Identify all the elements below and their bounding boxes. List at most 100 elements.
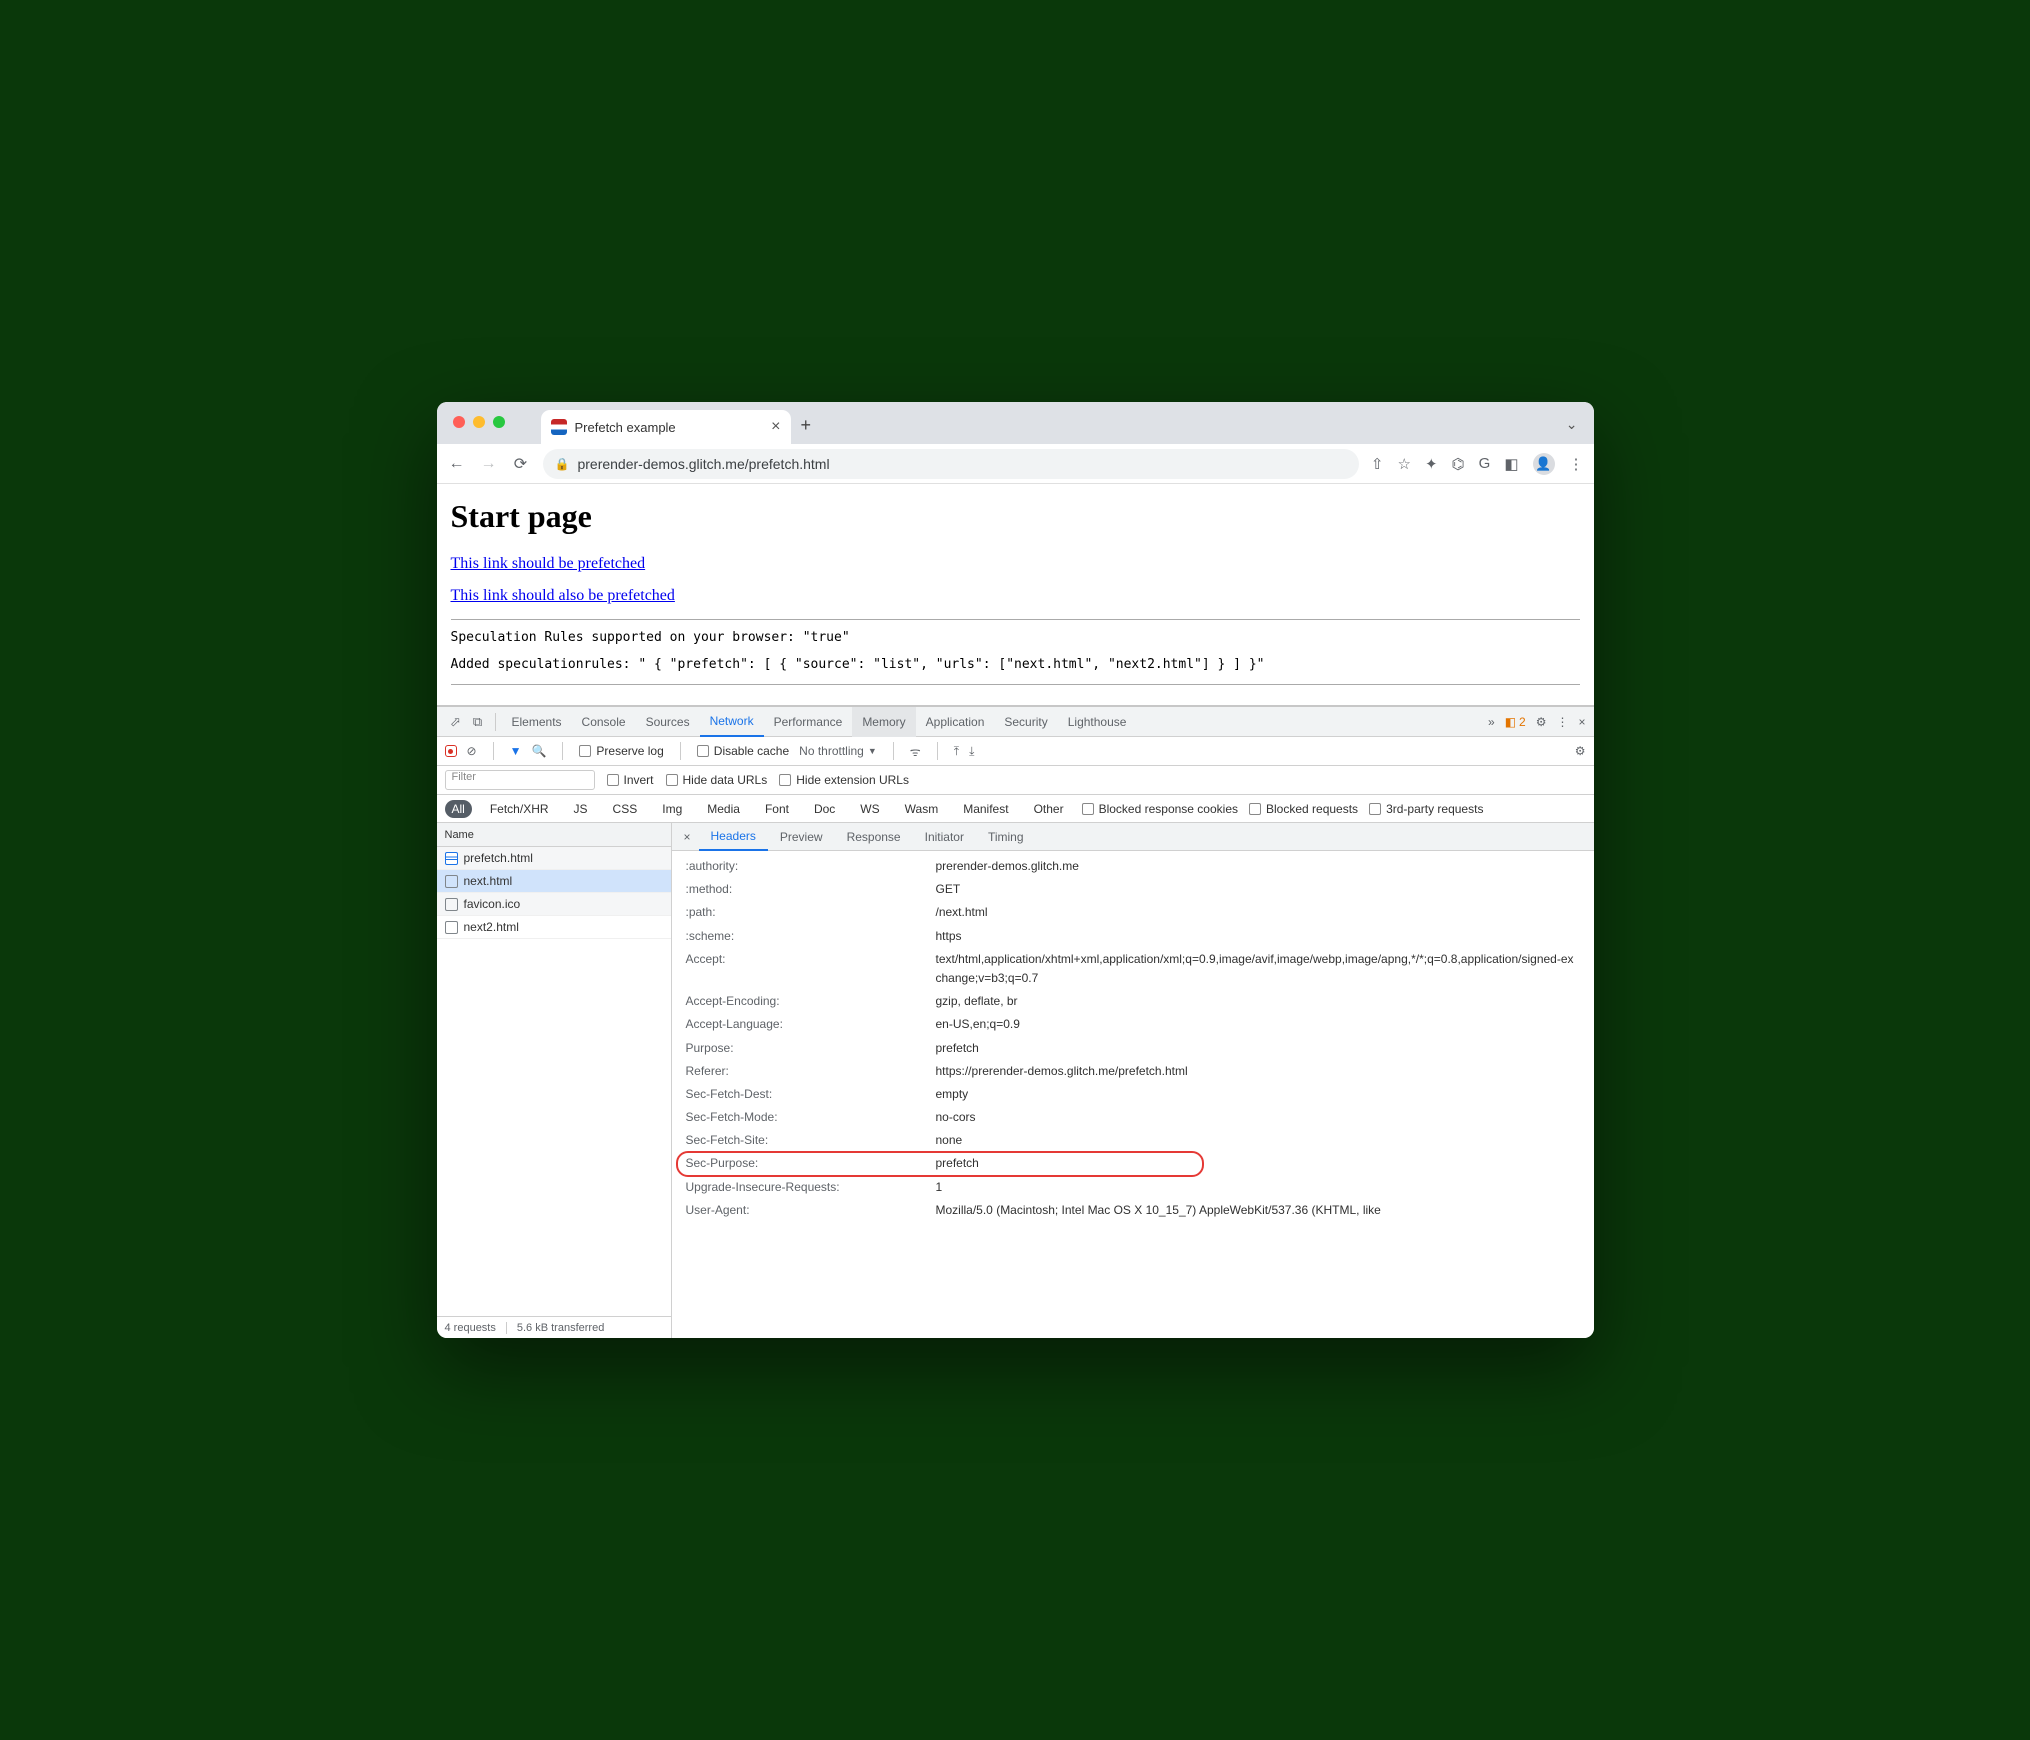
address-bar[interactable]: 🔒 prerender-demos.glitch.me/prefetch.htm…: [543, 449, 1359, 479]
header-value: empty: [936, 1085, 1580, 1104]
detail-tab-response[interactable]: Response: [835, 823, 913, 851]
disable-cache-checkbox[interactable]: Disable cache: [697, 744, 789, 758]
search-icon[interactable]: 🔍: [531, 744, 546, 758]
prefetch-link-2[interactable]: This link should also be prefetched: [451, 587, 1580, 605]
favicon-icon: [551, 419, 567, 435]
header-name: Purpose:: [686, 1039, 936, 1058]
blocked-requests-checkbox[interactable]: Blocked requests: [1249, 802, 1358, 816]
request-row[interactable]: prefetch.html: [437, 847, 671, 870]
page-content: Start page This link should be prefetche…: [437, 484, 1594, 705]
device-toolbar-icon[interactable]: ⧉: [467, 714, 489, 730]
type-filter-js[interactable]: JS: [567, 800, 595, 818]
clear-button[interactable]: ⊘: [467, 744, 477, 758]
close-detail-icon[interactable]: ×: [676, 823, 699, 851]
filter-toggle-icon[interactable]: ▼: [510, 744, 522, 758]
status-line-2: Added speculationrules: " { "prefetch": …: [451, 657, 1580, 672]
browser-tab[interactable]: Prefetch example ×: [541, 410, 791, 444]
import-har-icon[interactable]: ⤒: [954, 744, 959, 759]
prefetch-link-1[interactable]: This link should be prefetched: [451, 555, 1580, 573]
panel-tab-sources[interactable]: Sources: [636, 707, 700, 737]
type-filter-font[interactable]: Font: [758, 800, 796, 818]
type-filter-doc[interactable]: Doc: [807, 800, 842, 818]
panel-tab-performance[interactable]: Performance: [764, 707, 853, 737]
panel-tab-application[interactable]: Application: [916, 707, 995, 737]
close-tab-icon[interactable]: ×: [771, 418, 780, 436]
header-value: no-cors: [936, 1108, 1580, 1127]
hide-data-urls-checkbox[interactable]: Hide data URLs: [666, 773, 768, 787]
labs-icon[interactable]: ⌬: [1452, 455, 1465, 473]
settings-icon[interactable]: ⚙: [1536, 715, 1547, 729]
new-tab-button[interactable]: +: [801, 415, 812, 436]
type-filter-other[interactable]: Other: [1027, 800, 1071, 818]
panel-tab-network[interactable]: Network: [700, 707, 764, 737]
tab-title: Prefetch example: [575, 420, 676, 435]
blocked-cookies-checkbox[interactable]: Blocked response cookies: [1082, 802, 1238, 816]
type-filter-wasm[interactable]: Wasm: [898, 800, 946, 818]
bookmark-icon[interactable]: ☆: [1398, 455, 1411, 473]
type-filter-manifest[interactable]: Manifest: [956, 800, 1015, 818]
request-name: favicon.ico: [464, 897, 521, 911]
type-filter-ws[interactable]: WS: [853, 800, 886, 818]
detail-tab-headers[interactable]: Headers: [699, 823, 768, 851]
type-filter-fetchxhr[interactable]: Fetch/XHR: [483, 800, 556, 818]
profile-avatar[interactable]: 👤: [1533, 453, 1555, 475]
network-conditions-icon[interactable]: ᯤ: [910, 743, 921, 760]
panel-tab-memory[interactable]: Memory: [852, 707, 915, 737]
tabs-dropdown-icon[interactable]: ⌄: [1566, 416, 1578, 433]
close-window-icon[interactable]: [453, 416, 465, 428]
share-icon[interactable]: ⇧: [1371, 455, 1384, 473]
invert-checkbox[interactable]: Invert: [607, 773, 654, 787]
reload-button[interactable]: ⟳: [511, 454, 531, 474]
panel-tab-lighthouse[interactable]: Lighthouse: [1058, 707, 1137, 737]
extensions-icon[interactable]: ✦: [1425, 455, 1438, 473]
devtools-menu-icon[interactable]: ⋮: [1556, 715, 1568, 729]
type-filter-all[interactable]: All: [445, 800, 472, 818]
header-row: Sec-Fetch-Dest:empty: [672, 1083, 1594, 1106]
header-value: GET: [936, 880, 1580, 899]
divider: [451, 619, 1580, 620]
headers-list: :authority:prerender-demos.glitch.me:met…: [672, 851, 1594, 1338]
back-button[interactable]: ←: [447, 455, 467, 473]
sidepanel-icon[interactable]: ◧: [1504, 455, 1518, 473]
request-row[interactable]: next.html: [437, 870, 671, 893]
request-count: 4 requests: [445, 1322, 496, 1334]
panel-tab-elements[interactable]: Elements: [502, 707, 572, 737]
file-icon: [445, 852, 458, 865]
export-har-icon[interactable]: ⤓: [969, 744, 974, 759]
record-button[interactable]: [445, 745, 457, 757]
devtools-body: Name prefetch.html next.html favicon.ico ne…: [437, 823, 1594, 1338]
minimize-window-icon[interactable]: [473, 416, 485, 428]
google-icon[interactable]: G: [1479, 455, 1491, 472]
preserve-log-checkbox[interactable]: Preserve log: [579, 744, 663, 758]
inspect-icon[interactable]: ⬀: [445, 714, 467, 730]
header-row: Accept-Language:en-US,en;q=0.9: [672, 1013, 1594, 1036]
filter-input[interactable]: Filter: [445, 770, 595, 790]
warnings-badge[interactable]: ◧ 2: [1505, 715, 1526, 729]
header-name: User-Agent:: [686, 1201, 936, 1220]
close-devtools-icon[interactable]: ×: [1578, 715, 1585, 729]
type-filter-img[interactable]: Img: [655, 800, 689, 818]
forward-button[interactable]: →: [479, 455, 499, 473]
type-filter-media[interactable]: Media: [700, 800, 747, 818]
network-settings-icon[interactable]: ⚙: [1575, 744, 1586, 758]
detail-tab-initiator[interactable]: Initiator: [913, 823, 976, 851]
header-value: Mozilla/5.0 (Macintosh; Intel Mac OS X 1…: [936, 1201, 1580, 1220]
more-panels-icon[interactable]: »: [1488, 715, 1495, 729]
panel-tab-security[interactable]: Security: [994, 707, 1057, 737]
maximize-window-icon[interactable]: [493, 416, 505, 428]
header-name: Sec-Fetch-Site:: [686, 1131, 936, 1150]
menu-icon[interactable]: ⋮: [1569, 455, 1584, 473]
hide-extension-urls-checkbox[interactable]: Hide extension URLs: [779, 773, 909, 787]
detail-tab-timing[interactable]: Timing: [976, 823, 1036, 851]
panel-tab-console[interactable]: Console: [572, 707, 636, 737]
detail-tab-preview[interactable]: Preview: [768, 823, 835, 851]
request-name: prefetch.html: [464, 851, 533, 865]
type-filter-css[interactable]: CSS: [606, 800, 645, 818]
header-row: Sec-Fetch-Mode:no-cors: [672, 1106, 1594, 1129]
third-party-checkbox[interactable]: 3rd-party requests: [1369, 802, 1483, 816]
name-column-header[interactable]: Name: [437, 823, 671, 847]
header-name: Sec-Fetch-Mode:: [686, 1108, 936, 1127]
throttling-select[interactable]: No throttling ▼: [799, 744, 877, 758]
request-row[interactable]: favicon.ico: [437, 893, 671, 916]
request-row[interactable]: next2.html: [437, 916, 671, 939]
